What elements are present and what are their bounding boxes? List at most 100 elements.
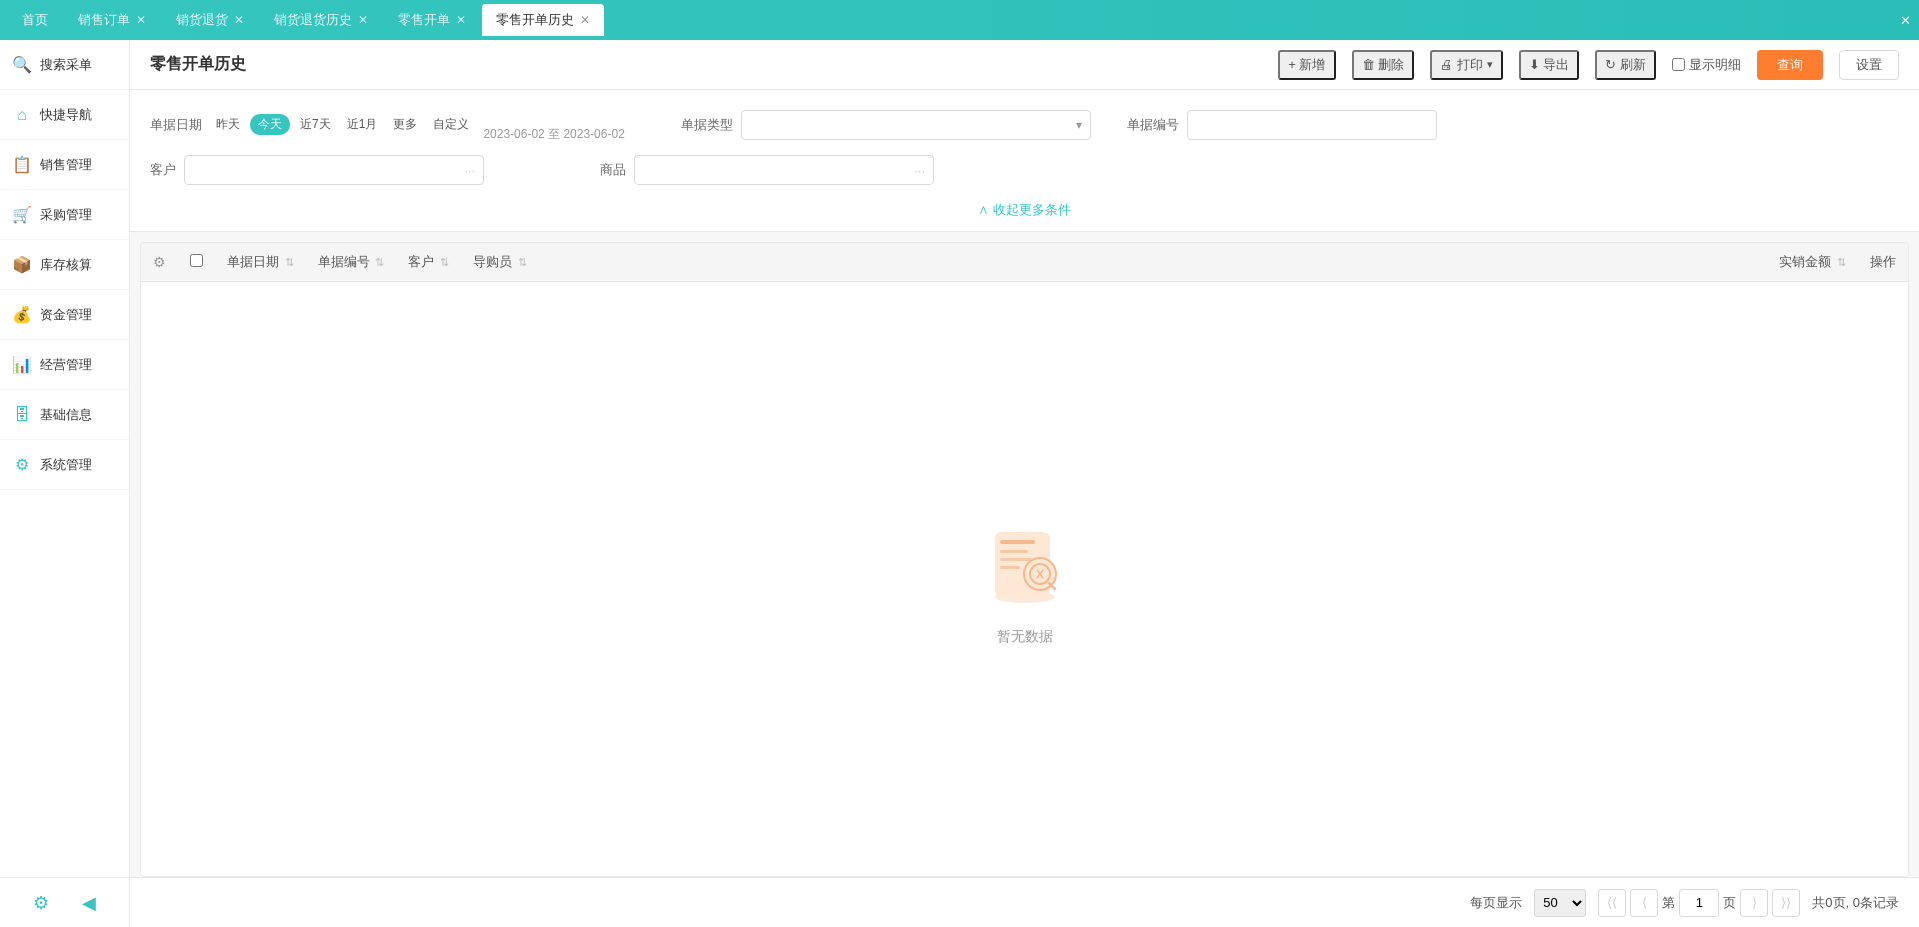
tab-sales-return[interactable]: 销货退货 ✕ [162, 4, 258, 36]
svg-rect-4 [1000, 558, 1032, 561]
first-page-btn[interactable]: ⟨⟨ [1598, 889, 1626, 917]
page-number-input[interactable] [1679, 889, 1719, 917]
filter-doc-type-select[interactable]: ▾ [741, 110, 1091, 140]
select-all-checkbox[interactable] [190, 254, 203, 267]
filter-date: 单据日期 昨天 今天 近7天 近1月 更多 自定义 [150, 114, 475, 135]
date-btn-last7[interactable]: 近7天 [294, 114, 337, 135]
sidebar-item-quick-nav[interactable]: ⌂ 快捷导航 [0, 90, 129, 140]
sidebar-item-operations[interactable]: 📊 经营管理 [0, 340, 129, 390]
filter-date-shortcuts: 昨天 今天 近7天 近1月 更多 自定义 [210, 114, 475, 135]
sidebar-item-purchase-mgmt-label: 采购管理 [40, 206, 92, 224]
print-button[interactable]: 🖨 打印 ▾ [1430, 50, 1503, 80]
export-button[interactable]: ⬇ 导出 [1519, 50, 1580, 80]
tab-sales-order-close[interactable]: ✕ [136, 14, 146, 26]
tab-sales-return-history-label: 销货退货历史 [274, 11, 352, 29]
filter-date-label: 单据日期 [150, 116, 202, 134]
top-navigation: 首页 销售订单 ✕ 销货退货 ✕ 销货退货历史 ✕ 零售开单 ✕ 零售开单历史 … [0, 0, 1919, 40]
tab-sales-order-label: 销售订单 [78, 11, 130, 29]
svg-rect-5 [1000, 566, 1020, 569]
table-container: ⚙ 单据日期 ⇅ 单据编号 ⇅ [130, 232, 1919, 877]
sidebar-search-label: 搜索采单 [40, 56, 92, 74]
tab-home[interactable]: 首页 [8, 4, 62, 36]
search-icon: 🔍 [12, 55, 32, 74]
filter-doc-number-input[interactable] [1187, 110, 1437, 140]
th-doc-number[interactable]: 单据编号 ⇅ [306, 243, 397, 282]
sidebar-item-inventory-label: 库存核算 [40, 256, 92, 274]
collapse-sidebar-icon[interactable]: ◀ [82, 892, 96, 914]
per-page-select[interactable]: 10 20 50 100 [1534, 889, 1586, 917]
tab-sales-return-label: 销货退货 [176, 11, 228, 29]
date-btn-yesterday[interactable]: 昨天 [210, 114, 246, 135]
sort-customer-icon: ⇅ [440, 256, 449, 268]
filter-customer: 客户 ··· [150, 155, 484, 185]
sort-doc-date-icon: ⇅ [285, 256, 294, 268]
show-detail-toggle[interactable]: 显示明细 [1672, 56, 1741, 74]
th-actual-amount[interactable]: 实销金额 ⇅ [1767, 243, 1858, 282]
tab-sales-order[interactable]: 销售订单 ✕ [64, 4, 160, 36]
date-range-text: 2023-06-02 至 2023-06-02 [483, 126, 624, 143]
sidebar-item-inventory[interactable]: 📦 库存核算 [0, 240, 129, 290]
delete-button[interactable]: 🗑 删除 [1352, 50, 1415, 80]
page-label: 第 [1662, 894, 1675, 912]
th-checkbox[interactable] [178, 243, 215, 282]
empty-state: 暂无数据 [141, 282, 1908, 876]
tab-sales-return-history[interactable]: 销货退货历史 ✕ [260, 4, 382, 36]
filter-doc-number-label: 单据编号 [1127, 116, 1179, 134]
tab-sales-return-history-close[interactable]: ✕ [358, 14, 368, 26]
show-detail-checkbox[interactable] [1672, 58, 1685, 71]
tab-retail-open-history-label: 零售开单历史 [496, 11, 574, 29]
sidebar-footer: ⚙ ◀ [0, 877, 129, 927]
tab-retail-open-history[interactable]: 零售开单历史 ✕ [482, 4, 604, 36]
product-dots: ··· [914, 163, 925, 178]
refresh-button[interactable]: ↻ 刷新 [1595, 50, 1656, 80]
th-salesperson[interactable]: 导购员 ⇅ [461, 243, 539, 282]
sidebar-item-purchase-mgmt[interactable]: 🛒 采购管理 [0, 190, 129, 240]
add-button[interactable]: + 新增 [1278, 50, 1335, 80]
home-icon: ⌂ [12, 106, 32, 124]
sidebar-item-system-mgmt-label: 系统管理 [40, 456, 92, 474]
sidebar-search[interactable]: 🔍 搜索采单 [0, 40, 129, 90]
sidebar-item-finance-label: 资金管理 [40, 306, 92, 324]
th-doc-date[interactable]: 单据日期 ⇅ [215, 243, 306, 282]
sidebar-item-basic-info[interactable]: 🗄 基础信息 [0, 390, 129, 440]
filter-product-select[interactable]: ··· [634, 155, 934, 185]
date-btn-more[interactable]: 更多 [387, 114, 423, 135]
last-page-btn[interactable]: ⟩⟩ [1772, 889, 1800, 917]
tab-retail-open-history-close[interactable]: ✕ [580, 14, 590, 26]
date-btn-last-month[interactable]: 近1月 [341, 114, 384, 135]
settings-icon[interactable]: ⚙ [33, 892, 49, 914]
sidebar-item-operations-label: 经营管理 [40, 356, 92, 374]
tab-retail-open-close[interactable]: ✕ [456, 14, 466, 26]
content-area: 零售开单历史 + 新增 🗑 删除 🖨 打印 ▾ ⬇ 导出 ↻ 刷新 [130, 40, 1919, 927]
chevron-down-icon: ▾ [1487, 58, 1493, 71]
tab-home-label: 首页 [22, 11, 48, 29]
sidebar-item-system-mgmt[interactable]: ⚙ 系统管理 [0, 440, 129, 490]
query-button[interactable]: 查询 [1757, 50, 1823, 80]
customer-dots: ··· [464, 163, 475, 178]
filter-customer-select[interactable]: ··· [184, 155, 484, 185]
th-settings[interactable]: ⚙ [141, 243, 178, 282]
collapse-filter-btn[interactable]: ∧ 收起更多条件 [150, 197, 1899, 223]
tab-retail-open-label: 零售开单 [398, 11, 450, 29]
tab-sales-return-close[interactable]: ✕ [234, 14, 244, 26]
finance-icon: 💰 [12, 305, 32, 324]
svg-rect-3 [1000, 550, 1028, 553]
th-customer[interactable]: 客户 ⇅ [396, 243, 461, 282]
window-close-btn[interactable]: ✕ [1900, 13, 1911, 28]
empty-illustration [975, 512, 1075, 612]
next-page-btn[interactable]: ⟩ [1740, 889, 1768, 917]
tab-retail-open[interactable]: 零售开单 ✕ [384, 4, 480, 36]
inventory-icon: 📦 [12, 255, 32, 274]
sidebar: 🔍 搜索采单 ⌂ 快捷导航 📋 销售管理 🛒 采购管理 📦 库存核算 💰 资金管… [0, 40, 130, 927]
filter-customer-label: 客户 [150, 161, 176, 179]
th-actions: 操作 [1858, 243, 1908, 282]
filter-product: 商品 ··· [600, 155, 934, 185]
data-table: ⚙ 单据日期 ⇅ 单据编号 ⇅ [141, 243, 1908, 282]
prev-page-btn[interactable]: ⟨ [1630, 889, 1658, 917]
sidebar-item-sales-mgmt[interactable]: 📋 销售管理 [0, 140, 129, 190]
date-btn-custom[interactable]: 自定义 [427, 114, 475, 135]
sidebar-item-finance[interactable]: 💰 资金管理 [0, 290, 129, 340]
date-btn-today[interactable]: 今天 [250, 114, 290, 135]
main-layout: 🔍 搜索采单 ⌂ 快捷导航 📋 销售管理 🛒 采购管理 📦 库存核算 💰 资金管… [0, 40, 1919, 927]
settings-button[interactable]: 设置 [1839, 50, 1899, 80]
